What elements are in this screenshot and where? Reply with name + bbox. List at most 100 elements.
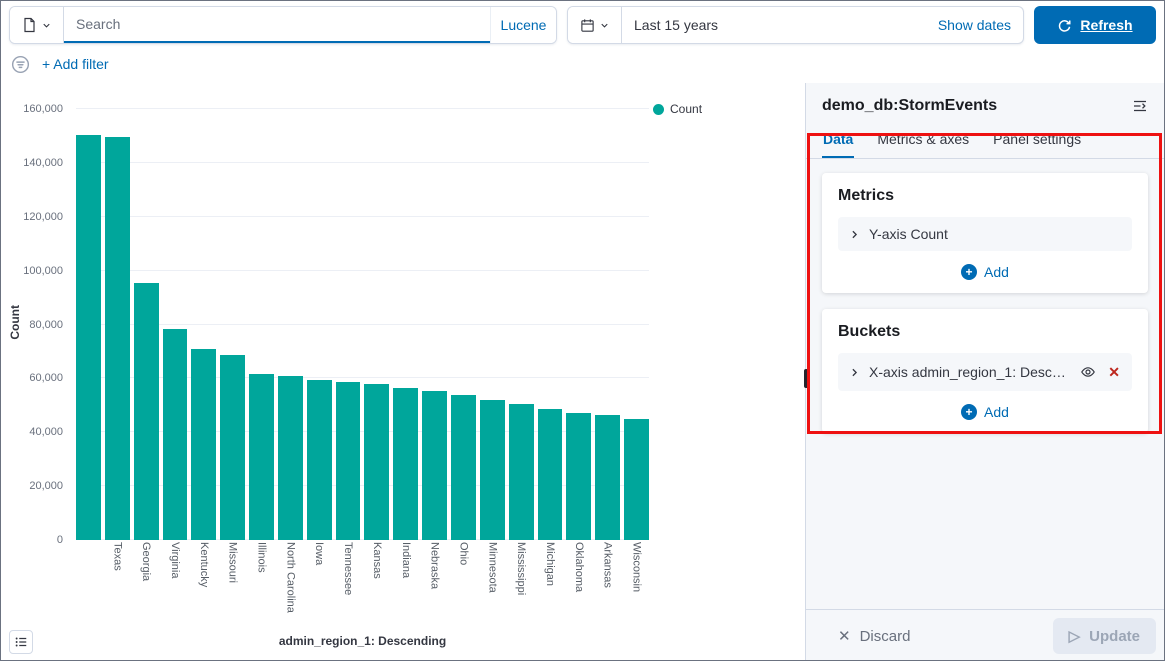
bars (76, 109, 649, 540)
date-range-text[interactable]: Last 15 years (622, 17, 926, 33)
x-axis-label-cell: Texas (105, 542, 130, 632)
x-axis-label: Oklahoma (573, 542, 585, 592)
chart-bar[interactable] (624, 419, 649, 540)
chart-bar[interactable] (364, 384, 389, 540)
x-axis-label: Mississippi (515, 542, 527, 595)
panel-resize-handle[interactable] (804, 369, 809, 388)
x-axis-label: Indiana (400, 542, 412, 578)
add-bucket-label: Add (984, 404, 1009, 420)
chart-bar[interactable] (278, 376, 303, 540)
metrics-heading: Metrics (838, 187, 1132, 205)
chart-bar[interactable] (163, 329, 188, 540)
tab-panel-settings[interactable]: Panel settings (992, 122, 1082, 158)
menu-right-icon (1132, 98, 1148, 114)
chart-bar[interactable] (307, 380, 332, 540)
y-tick-label: 100,000 (23, 265, 63, 277)
saved-query-menu-button[interactable] (10, 7, 64, 43)
refresh-icon (1057, 18, 1072, 33)
collapse-sidebar-button[interactable] (1130, 96, 1150, 116)
chart-bar[interactable] (191, 349, 216, 540)
legend-label: Count (670, 102, 702, 116)
legend-dot (653, 104, 664, 115)
chart-bar[interactable] (509, 404, 534, 540)
tab-data[interactable]: Data (822, 122, 854, 158)
toggle-visibility-button[interactable] (1078, 362, 1098, 382)
chart-bar[interactable] (480, 400, 505, 540)
x-axis-label: Nebraska (429, 542, 441, 589)
refresh-button[interactable]: Refresh (1034, 6, 1156, 44)
x-axis-label-cell: Oklahoma (566, 542, 591, 632)
refresh-button-label: Refresh (1080, 17, 1132, 33)
x-axis-label-cell: Arkansas (595, 542, 620, 632)
x-axis-label-cell: Wisconsin (624, 542, 649, 632)
sidebar-header: demo_db:StormEvents (806, 83, 1164, 122)
tab-metrics-axes[interactable]: Metrics & axes (876, 122, 970, 158)
x-axis-label: Texas (111, 542, 123, 571)
y-tick-label: 0 (57, 534, 63, 546)
y-ticks: 020,00040,00060,00080,000100,000120,0001… (1, 109, 67, 540)
filter-options-button[interactable] (11, 55, 30, 74)
chart-bar[interactable] (422, 391, 447, 541)
x-axis-label-cell: Georgia (134, 542, 159, 632)
filter-bar: + Add filter (1, 49, 1164, 83)
editor-sidebar: demo_db:StormEvents Data Metrics & axes … (805, 83, 1164, 661)
y-tick-label: 160,000 (23, 103, 63, 115)
discard-button[interactable]: ✕ Discard (832, 626, 916, 646)
chart-bar[interactable] (566, 413, 591, 540)
metrics-card: Metrics Y-axis Count + Add (822, 173, 1148, 293)
chart-bar[interactable] (451, 395, 476, 540)
chart-bar[interactable] (538, 409, 563, 540)
bucket-row-label: X-axis admin_region_1: Descend... (869, 364, 1070, 380)
remove-bucket-button[interactable]: ✕ (1106, 363, 1122, 381)
query-language-button[interactable]: Lucene (490, 7, 556, 43)
x-axis-label-cell: Tennessee (336, 542, 361, 632)
x-axis-label: Kentucky (198, 542, 210, 587)
panel-title: demo_db:StormEvents (822, 97, 997, 115)
chevron-down-icon (41, 20, 52, 31)
x-axis-label-cell (76, 542, 101, 632)
chart-bar[interactable] (105, 137, 130, 540)
y-tick-label: 40,000 (29, 426, 63, 438)
chart-legend[interactable]: Count (653, 102, 702, 116)
query-bar: Lucene Last 15 years Show dates Refresh (1, 1, 1164, 49)
bucket-row-x-axis[interactable]: X-axis admin_region_1: Descend... ✕ (838, 353, 1132, 391)
date-picker-menu-button[interactable] (568, 7, 622, 43)
chart-bar[interactable] (134, 283, 159, 540)
x-axis-label-cell: Michigan (538, 542, 563, 632)
y-tick-label: 80,000 (29, 319, 63, 331)
update-button[interactable]: ▷ Update (1053, 618, 1156, 654)
add-metric-button[interactable]: + Add (955, 263, 1015, 281)
add-filter-button[interactable]: + Add filter (42, 56, 109, 72)
plus-in-circle-icon: + (961, 404, 977, 420)
chart-bar[interactable] (336, 382, 361, 540)
chart-bar[interactable] (595, 415, 620, 540)
x-axis-label: Wisconsin (630, 542, 642, 592)
y-tick-label: 20,000 (29, 480, 63, 492)
search-input[interactable] (64, 7, 490, 43)
chart-area: Count Count 020,00040,00060,00080,000100… (1, 83, 805, 661)
x-axis-label-cell: Minnesota (480, 542, 505, 632)
chart-bar[interactable] (220, 355, 245, 540)
sidebar-tabs: Data Metrics & axes Panel settings (806, 122, 1164, 159)
main-content: Count Count 020,00040,00060,00080,000100… (1, 83, 1164, 661)
x-axis-label: Iowa (313, 542, 325, 565)
x-axis-label-cell: Mississippi (509, 542, 534, 632)
x-axis-label-cell: Iowa (307, 542, 332, 632)
x-axis-label-cell: Ohio (451, 542, 476, 632)
list-icon (14, 635, 28, 649)
x-axis-label-cell: Nebraska (422, 542, 447, 632)
metric-row-y-axis[interactable]: Y-axis Count (838, 217, 1132, 251)
add-bucket-button[interactable]: + Add (955, 403, 1015, 421)
x-axis-label: Michigan (544, 542, 556, 586)
x-axis-label: Arkansas (602, 542, 614, 588)
chart-bar[interactable] (393, 388, 418, 540)
chart-bar[interactable] (76, 135, 101, 540)
x-axis-label-cell: North Carolina (278, 542, 303, 632)
search-bar-group: Lucene (9, 6, 557, 44)
chart-bar[interactable] (249, 374, 274, 540)
x-axis-label: Illinois (255, 542, 267, 573)
eye-icon (1080, 364, 1096, 380)
show-dates-button[interactable]: Show dates (926, 17, 1023, 33)
legend-toggle-button[interactable] (9, 630, 33, 654)
update-label: Update (1089, 628, 1140, 645)
